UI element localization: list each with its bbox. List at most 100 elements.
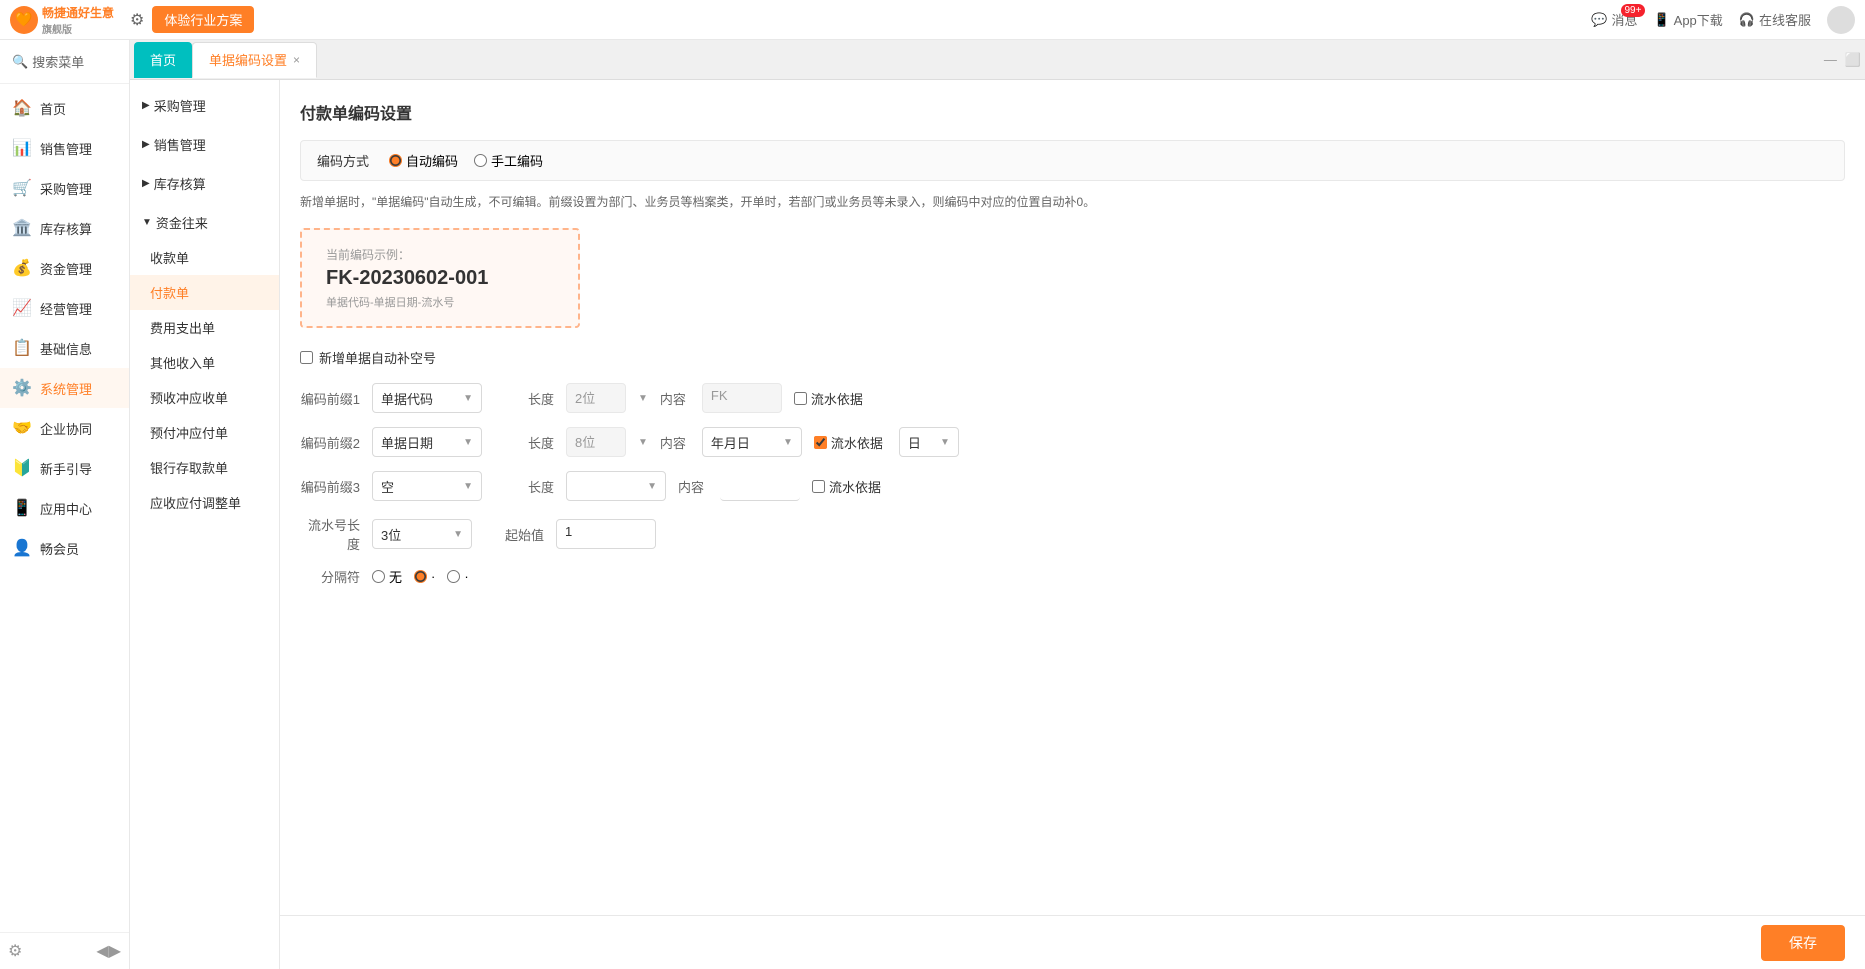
menu-item-expense[interactable]: 费用支出单 bbox=[130, 310, 279, 345]
main-content: 付款单编码设置 编码方式 自动编码 手工编码 bbox=[280, 80, 1865, 915]
enterprise-icon: 🤝 bbox=[12, 418, 32, 438]
inventory-icon: 🏛️ bbox=[12, 218, 32, 238]
menu-group-finance: ▼ 资金往来 收款单 付款单 费用支出单 其他收入单 预收冲应收单 预付冲应付单… bbox=[130, 205, 279, 520]
tab-minimize-icon[interactable]: — bbox=[1824, 52, 1837, 67]
sidebar-item-member[interactable]: 👤 畅会员 bbox=[0, 528, 129, 568]
serial-row: 流水号长度 3位 ▼ 起始值 1 bbox=[300, 515, 1845, 553]
top-bar-left: 🧡 畅捷通好生意 旗舰版 ⚙ 体验行业方案 bbox=[10, 4, 254, 36]
sales-icon: 📊 bbox=[12, 138, 32, 158]
menu-group-purchase-header[interactable]: ▶ 采购管理 bbox=[130, 88, 279, 123]
basic-info-icon: 📋 bbox=[12, 338, 32, 358]
menu-item-other-income[interactable]: 其他收入单 bbox=[130, 345, 279, 380]
start-value-label: 起始值 bbox=[484, 525, 544, 544]
user-avatar[interactable] bbox=[1827, 6, 1855, 34]
sidebar-item-app-center[interactable]: 📱 应用中心 bbox=[0, 488, 129, 528]
menu-item-adjust[interactable]: 应收应付调整单 bbox=[130, 485, 279, 520]
prefix1-serial-checkbox[interactable] bbox=[794, 392, 807, 405]
sidebar-nav: 🏠 首页 📊 销售管理 🛒 采购管理 🏛️ 库存核算 💰 资金管理 📈 bbox=[0, 84, 129, 932]
prefix3-length-label: 长度 bbox=[494, 477, 554, 496]
sidebar-item-inventory[interactable]: 🏛️ 库存核算 bbox=[0, 208, 129, 248]
manual-radio-item[interactable]: 手工编码 bbox=[474, 151, 543, 170]
menu-item-payment[interactable]: 付款单 bbox=[130, 275, 279, 310]
download-icon: 📱 bbox=[1653, 12, 1669, 28]
online-service-item[interactable]: 🎧 在线客服 bbox=[1739, 10, 1811, 29]
collapse-icon[interactable]: ◀▶ bbox=[96, 941, 121, 961]
sidebar-item-operations[interactable]: 📈 经营管理 bbox=[0, 288, 129, 328]
sidebar-item-purchase[interactable]: 🛒 采购管理 bbox=[0, 168, 129, 208]
prefix1-arrow-icon: ▼ bbox=[463, 393, 473, 404]
sidebar-item-guide[interactable]: 🔰 新手引导 bbox=[0, 448, 129, 488]
prefix3-row: 编码前缀3 空 ▼ 长度 ▼ 内容 bbox=[300, 471, 1845, 501]
app-name: 畅捷通好生意 旗舰版 bbox=[42, 4, 114, 36]
prefix2-day-select[interactable]: 日 ▼ bbox=[899, 427, 959, 457]
auto-fill-checkbox[interactable] bbox=[300, 351, 313, 364]
sep-none-radio[interactable] bbox=[372, 570, 385, 583]
menu-item-receipt[interactable]: 收款单 bbox=[130, 240, 279, 275]
chevron-right-icon-3: ▶ bbox=[142, 178, 150, 189]
tab-maximize-icon[interactable]: ⬜ bbox=[1845, 52, 1861, 68]
prefix3-select[interactable]: 空 ▼ bbox=[372, 471, 482, 501]
sidebar-item-home[interactable]: 🏠 首页 bbox=[0, 88, 129, 128]
search-menu-button[interactable]: 🔍 搜索菜单 bbox=[8, 48, 121, 75]
prefix3-length-select[interactable]: ▼ bbox=[566, 471, 666, 501]
prefix1-select[interactable]: 单据代码 ▼ bbox=[372, 383, 482, 413]
service-icon: 🎧 bbox=[1739, 12, 1755, 28]
sep-dash-item[interactable]: · bbox=[414, 569, 435, 584]
auto-radio-item[interactable]: 自动编码 bbox=[389, 151, 458, 170]
tab-home[interactable]: 首页 bbox=[134, 42, 192, 78]
prefix1-serial-checkbox-item[interactable]: 流水依据 bbox=[794, 389, 863, 408]
trial-button[interactable]: 体验行业方案 bbox=[152, 6, 254, 33]
serial-length-label: 流水号长度 bbox=[300, 515, 360, 553]
code-preview-value: FK-20230602-001 bbox=[326, 267, 554, 290]
system-icon: ⚙️ bbox=[12, 378, 32, 398]
auto-radio-input[interactable] bbox=[389, 154, 402, 167]
sidebar-item-enterprise[interactable]: 🤝 企业协同 bbox=[0, 408, 129, 448]
auto-fill-label: 新增单据自动补空号 bbox=[319, 348, 436, 367]
sep-dash2-item[interactable]: · bbox=[447, 569, 468, 584]
sidebar-item-sales[interactable]: 📊 销售管理 bbox=[0, 128, 129, 168]
sidebar-item-system[interactable]: ⚙️ 系统管理 bbox=[0, 368, 129, 408]
menu-item-bank[interactable]: 银行存取款单 bbox=[130, 450, 279, 485]
separator-label: 分隔符 bbox=[300, 567, 360, 586]
menu-group-finance-header[interactable]: ▼ 资金往来 bbox=[130, 205, 279, 240]
sidebar-item-finance[interactable]: 💰 资金管理 bbox=[0, 248, 129, 288]
menu-group-sales: ▶ 销售管理 bbox=[130, 127, 279, 162]
second-menu: ▶ 采购管理 ▶ 销售管理 ▶ 库存核算 bbox=[130, 80, 280, 969]
save-button[interactable]: 保存 bbox=[1761, 925, 1845, 961]
start-value-input[interactable]: 1 bbox=[556, 519, 656, 549]
sidebar-search[interactable]: 🔍 搜索菜单 bbox=[0, 40, 129, 84]
settings-bottom-icon[interactable]: ⚙ bbox=[8, 941, 22, 961]
menu-group-sales-header[interactable]: ▶ 销售管理 bbox=[130, 127, 279, 162]
prefix2-select[interactable]: 单据日期 ▼ bbox=[372, 427, 482, 457]
settings-icon[interactable]: ⚙ bbox=[130, 10, 144, 30]
separator-row: 分隔符 无 · · bbox=[300, 567, 1845, 586]
prefix2-serial-checkbox[interactable] bbox=[814, 436, 827, 449]
menu-item-pre-receive[interactable]: 预收冲应收单 bbox=[130, 380, 279, 415]
manual-radio-input[interactable] bbox=[474, 154, 487, 167]
app-download-item[interactable]: 📱 App下载 bbox=[1653, 10, 1722, 29]
page-title: 付款单编码设置 bbox=[300, 100, 1845, 124]
prefix2-content-select[interactable]: 年月日 ▼ bbox=[702, 427, 802, 457]
sep-none-item[interactable]: 无 bbox=[372, 567, 402, 586]
info-text: 新增单据时，"单据编码"自动生成，不可编辑。前缀设置为部门、业务员等档案类，开单… bbox=[300, 193, 1845, 212]
prefix2-label: 编码前缀2 bbox=[300, 433, 360, 452]
prefix2-serial-checkbox-item[interactable]: 流水依据 bbox=[814, 433, 883, 452]
purchase-icon: 🛒 bbox=[12, 178, 32, 198]
tab-current[interactable]: 单据编码设置 × bbox=[192, 42, 317, 78]
message-item[interactable]: 💬 消息 99+ bbox=[1591, 10, 1637, 29]
serial-length-select[interactable]: 3位 ▼ bbox=[372, 519, 472, 549]
prefix1-content-label: 内容 bbox=[660, 389, 690, 408]
menu-item-pre-pay[interactable]: 预付冲应付单 bbox=[130, 415, 279, 450]
prefix3-serial-checkbox-item[interactable]: 流水依据 bbox=[812, 477, 881, 496]
coding-radio-group: 自动编码 手工编码 bbox=[389, 151, 543, 170]
sidebar-item-basic-info[interactable]: 📋 基础信息 bbox=[0, 328, 129, 368]
prefix1-length-input: 2位 bbox=[566, 383, 626, 413]
prefix3-serial-checkbox[interactable] bbox=[812, 480, 825, 493]
sep-dash-radio[interactable] bbox=[414, 570, 427, 583]
app-logo: 🧡 畅捷通好生意 旗舰版 bbox=[10, 4, 114, 36]
menu-group-inventory-header[interactable]: ▶ 库存核算 bbox=[130, 166, 279, 201]
sep-dash2-radio[interactable] bbox=[447, 570, 460, 583]
tab-close-icon[interactable]: × bbox=[293, 53, 300, 67]
page-content-wrapper: 付款单编码设置 编码方式 自动编码 手工编码 bbox=[280, 80, 1865, 969]
prefix2-content-label: 内容 bbox=[660, 433, 690, 452]
